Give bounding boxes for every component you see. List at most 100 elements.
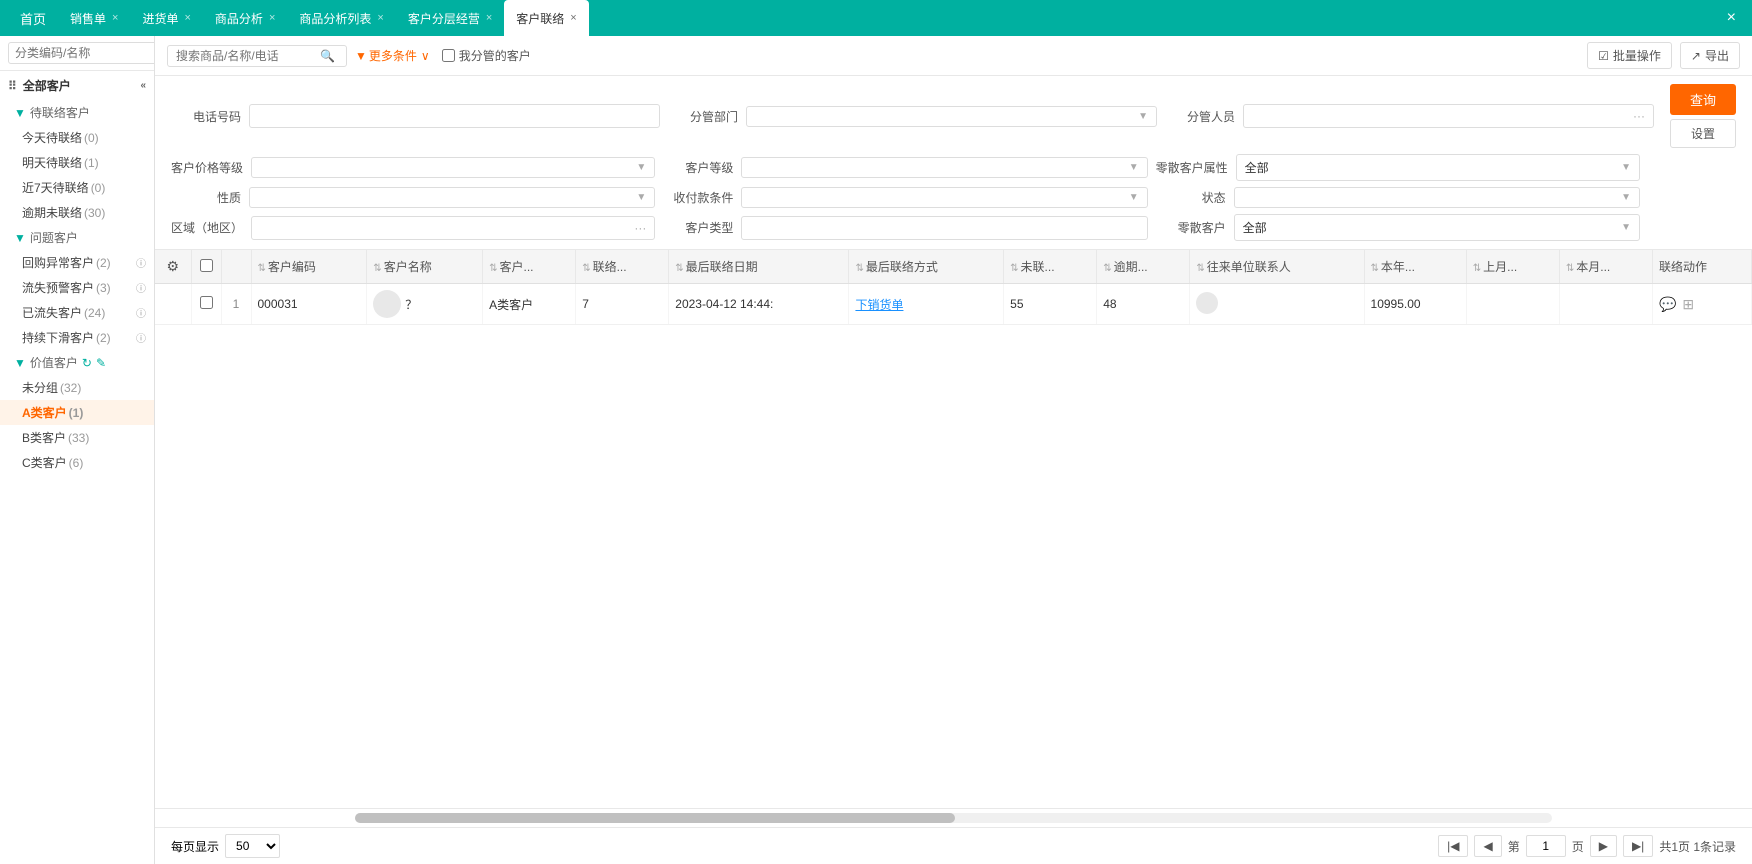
- settings-button[interactable]: 设置: [1670, 119, 1736, 148]
- filter-price-level-select[interactable]: ▼: [251, 157, 655, 178]
- window-close-button[interactable]: ×: [1719, 9, 1744, 27]
- sort-icon-type[interactable]: ⇅: [489, 263, 497, 274]
- sidebar-group-value[interactable]: ▼ 价值客户 ↻ ✎: [0, 350, 154, 375]
- nav-tab-customer-contact[interactable]: 客户联络 ×: [504, 0, 588, 36]
- sort-icon-contact[interactable]: ⇅: [582, 263, 590, 274]
- filter-customer-level-select[interactable]: ▼: [741, 157, 1147, 178]
- sort-icon-year-sales[interactable]: ⇅: [1371, 263, 1379, 274]
- sort-icon-code[interactable]: ⇅: [258, 263, 266, 274]
- sort-icon-last-method[interactable]: ⇅: [855, 263, 863, 274]
- filter-search-icon[interactable]: 🔍: [320, 49, 335, 63]
- nav-tab-customer-segment-close[interactable]: ×: [486, 12, 492, 24]
- sidebar-item-7days[interactable]: 近7天待联络 (0): [0, 175, 154, 200]
- sidebar-item-today-count: (0): [84, 131, 99, 145]
- sidebar-search-input[interactable]: [8, 42, 155, 64]
- sidebar-item-declining[interactable]: 持续下滑客户 (2) ⓘ: [0, 325, 154, 350]
- filter-phone-input[interactable]: [249, 104, 660, 128]
- info-icon-1: ⓘ: [136, 255, 146, 270]
- col-type-header: ⇅客户...: [483, 250, 576, 284]
- filter-person: 分管人员 ···: [1165, 104, 1654, 128]
- last-page-button[interactable]: ▶|: [1623, 835, 1653, 857]
- region-dots-icon[interactable]: ···: [634, 221, 646, 235]
- sort-icon-name[interactable]: ⇅: [373, 263, 381, 274]
- sort-icon-last-date[interactable]: ⇅: [675, 263, 683, 274]
- more-filters-button[interactable]: ▼ 更多条件 ∨: [355, 47, 430, 64]
- filter-status-select[interactable]: ▼: [1234, 187, 1640, 208]
- select-all-checkbox[interactable]: [200, 259, 213, 272]
- retail-customer-arrow: ▼: [1621, 222, 1631, 233]
- filter-payment-select[interactable]: ▼: [741, 187, 1147, 208]
- batch-operation-button[interactable]: ☑ 批量操作: [1587, 42, 1672, 69]
- sidebar-item-tomorrow[interactable]: 明天待联络 (1): [0, 150, 154, 175]
- query-button[interactable]: 查询: [1670, 84, 1736, 115]
- sidebar-item-churned[interactable]: 已流失客户 (24) ⓘ: [0, 300, 154, 325]
- sidebar-item-class-c[interactable]: C类客户 (6): [0, 450, 154, 475]
- sort-icon-last-month[interactable]: ⇅: [1473, 263, 1481, 274]
- nav-tab-analysis-list[interactable]: 商品分析列表 ×: [287, 0, 395, 36]
- next-page-button[interactable]: ▶: [1590, 835, 1617, 857]
- edit-icon[interactable]: ✎: [96, 356, 106, 370]
- prev-page-button[interactable]: ◀: [1474, 835, 1501, 857]
- sidebar-item-overdue[interactable]: 逾期未联络 (30): [0, 200, 154, 225]
- export-button[interactable]: ↗ 导出: [1680, 42, 1740, 69]
- per-page-select[interactable]: 50 100: [225, 834, 280, 858]
- filter-customer-type-input[interactable]: [741, 216, 1147, 240]
- sort-icon-unit-contact[interactable]: ⇅: [1196, 263, 1204, 274]
- sidebar-group-problem[interactable]: ▼ 问题客户: [0, 225, 154, 250]
- qr-action-icon[interactable]: ⊞: [1682, 296, 1694, 313]
- my-customers-checkbox-area: 我分管的客户: [442, 47, 531, 64]
- nav-tab-analysis[interactable]: 商品分析 ×: [203, 0, 287, 36]
- col-not-contacted-header: ⇅未联...: [1004, 250, 1097, 284]
- filter-nature: 性质 ▼: [171, 187, 655, 208]
- horizontal-scrollbar[interactable]: [355, 813, 1552, 823]
- sidebar-item-today[interactable]: 今天待联络 (0): [0, 125, 154, 150]
- nav-tab-customer-segment[interactable]: 客户分层经营 ×: [396, 0, 504, 36]
- nav-tab-customer-contact-close[interactable]: ×: [570, 12, 576, 24]
- nav-tab-purchase-close[interactable]: ×: [184, 12, 190, 24]
- filter-nature-select[interactable]: ▼: [249, 187, 655, 208]
- filter-dept-select[interactable]: ▼: [746, 106, 1157, 127]
- search-input[interactable]: [176, 49, 316, 63]
- refresh-icon[interactable]: ↻: [82, 356, 92, 370]
- filter-customer-level: 客户等级 ▼: [663, 157, 1147, 178]
- info-icon-4: ⓘ: [136, 330, 146, 345]
- row-checkbox[interactable]: [200, 296, 213, 309]
- col-code-header: ⇅客户编码: [251, 250, 367, 284]
- filter-customer-type-label: 客户类型: [663, 219, 733, 236]
- sidebar-item-churn-warning-label: 流失预警客户: [22, 279, 94, 296]
- customer-level-arrow: ▼: [1129, 162, 1139, 173]
- sort-icon-overdue[interactable]: ⇅: [1103, 263, 1111, 274]
- sidebar-item-abnormal[interactable]: 回购异常客户 (2) ⓘ: [0, 250, 154, 275]
- nav-tab-sales-close[interactable]: ×: [112, 12, 118, 24]
- sidebar-item-class-b[interactable]: B类客户 (33): [0, 425, 154, 450]
- page-number-input[interactable]: [1526, 835, 1566, 857]
- nav-tab-sales[interactable]: 销售单 ×: [58, 0, 130, 36]
- sidebar-item-churn-warning[interactable]: 流失预警客户 (3) ⓘ: [0, 275, 154, 300]
- filter-retail-attr-select[interactable]: 全部 ▼: [1236, 154, 1640, 181]
- table-gear-icon[interactable]: ⚙: [166, 258, 179, 274]
- filter-person-input[interactable]: ···: [1243, 104, 1654, 128]
- nav-tab-purchase[interactable]: 进货单 ×: [130, 0, 202, 36]
- first-page-button[interactable]: |◀: [1438, 835, 1468, 857]
- nav-home[interactable]: 首页: [8, 9, 58, 28]
- table-area: ⚙ ⇅客户编码 ⇅客户名称 ⇅客户...: [155, 250, 1752, 808]
- sidebar-group-value-label: 价值客户: [30, 354, 78, 371]
- my-customers-checkbox[interactable]: [442, 49, 455, 62]
- sidebar-collapse-icon[interactable]: «: [140, 80, 146, 91]
- sidebar-item-class-b-label: B类客户: [22, 429, 66, 446]
- cell-name: ？: [367, 284, 483, 325]
- nav-tab-analysis-close[interactable]: ×: [269, 12, 275, 24]
- sort-icon-this-month[interactable]: ⇅: [1566, 263, 1574, 274]
- filter-region-input[interactable]: ···: [251, 216, 655, 240]
- sort-icon-not-contacted[interactable]: ⇅: [1010, 263, 1018, 274]
- sidebar-all-customers-header[interactable]: ⠿ 全部客户 «: [0, 71, 154, 100]
- sidebar-item-ungrouped[interactable]: 未分组 (32): [0, 375, 154, 400]
- nav-tab-analysis-list-close[interactable]: ×: [377, 12, 383, 24]
- sidebar-group-pending[interactable]: ▼ 待联络客户: [0, 100, 154, 125]
- cell-last-month: [1466, 284, 1559, 325]
- comment-action-icon[interactable]: 💬: [1659, 296, 1676, 313]
- last-method-link[interactable]: 下销货单: [855, 298, 903, 312]
- filter-retail-customer-select[interactable]: 全部 ▼: [1234, 214, 1640, 241]
- person-dots-icon[interactable]: ···: [1633, 109, 1645, 123]
- sidebar-item-class-a[interactable]: A类客户 (1): [0, 400, 154, 425]
